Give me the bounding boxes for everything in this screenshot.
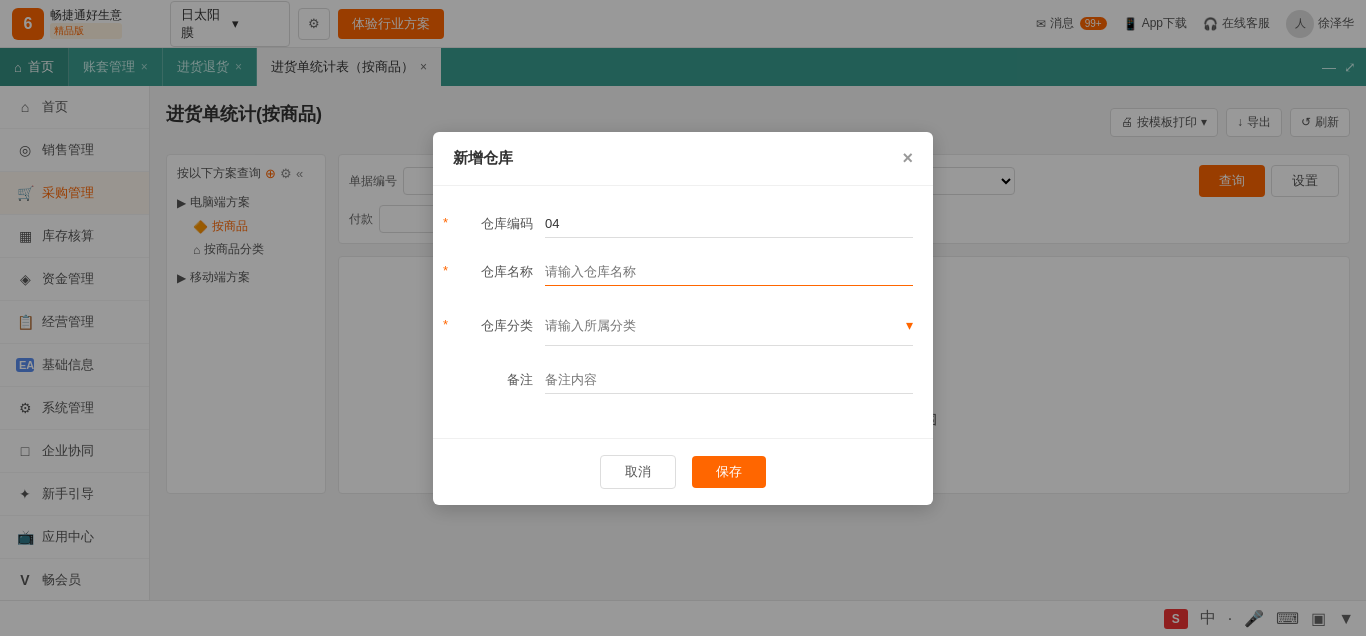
category-label: 仓库分类 <box>453 317 533 335</box>
form-row-code: 仓库编码 <box>453 210 913 238</box>
new-warehouse-modal: 新增仓库 × 仓库编码 仓库名称 仓库分类 ▾ <box>433 132 933 505</box>
modal-footer: 取消 保存 <box>433 438 933 505</box>
cancel-button[interactable]: 取消 <box>600 455 676 489</box>
form-row-name: 仓库名称 <box>453 258 913 286</box>
category-select-wrap: ▾ <box>545 306 913 346</box>
save-button[interactable]: 保存 <box>692 456 766 488</box>
modal-body: 仓库编码 仓库名称 仓库分类 ▾ 备注 <box>433 186 933 438</box>
modal-title: 新增仓库 <box>453 149 513 168</box>
note-label: 备注 <box>453 371 533 389</box>
code-input[interactable] <box>545 210 913 238</box>
category-input[interactable] <box>545 312 906 339</box>
modal-close-button[interactable]: × <box>902 148 913 169</box>
category-dropdown-icon[interactable]: ▾ <box>906 317 913 333</box>
code-label: 仓库编码 <box>453 215 533 233</box>
modal-overlay[interactable]: 新增仓库 × 仓库编码 仓库名称 仓库分类 ▾ <box>0 0 1366 636</box>
form-row-note: 备注 <box>453 366 913 394</box>
name-label: 仓库名称 <box>453 263 533 281</box>
form-row-category: 仓库分类 ▾ <box>453 306 913 346</box>
name-input[interactable] <box>545 258 913 286</box>
note-input[interactable] <box>545 366 913 394</box>
modal-header: 新增仓库 × <box>433 132 933 186</box>
